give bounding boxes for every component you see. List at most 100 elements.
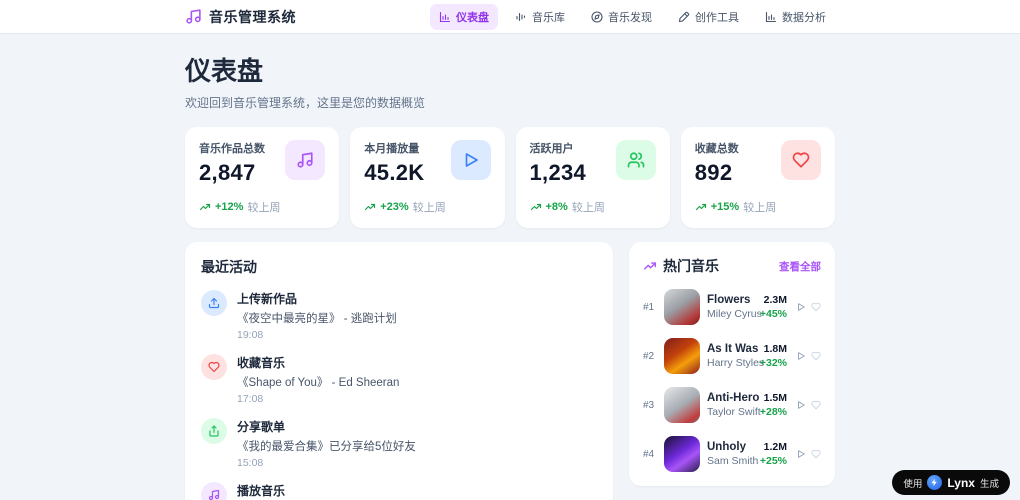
nav-item-create-tools[interactable]: 创作工具 (669, 4, 748, 30)
stat-period: 较上周 (743, 202, 777, 214)
bar-chart-icon (439, 11, 451, 23)
stat-card-total-tracks: 音乐作品总数 2,847 +12% 较上周 (185, 127, 340, 228)
music-note-icon (201, 482, 227, 500)
upload-icon (201, 290, 227, 316)
heart-icon (781, 140, 821, 180)
song-row: #2 As It Was Harry Styles 1.8M +32% (643, 338, 821, 374)
play-icon[interactable] (796, 449, 806, 459)
view-all-link[interactable]: 查看全部 (779, 259, 821, 274)
album-art (664, 338, 700, 374)
activity-desc: 《Shape of You》 - Ed Sheeran (237, 377, 400, 389)
list-item: 分享歌单 《我的最爱合集》已分享给5位好友 15:08 (201, 418, 597, 469)
main-nav: 仪表盘 音乐库 音乐发现 创作工具 数据分析 (430, 3, 835, 30)
badge-brand: Lynx (947, 475, 975, 490)
song-row: #4 Unholy Sam Smith 1.2M +25% (643, 436, 821, 472)
stat-card-monthly-plays: 本月播放量 45.2K +23% 较上周 (350, 127, 505, 228)
trending-up-icon (530, 201, 542, 213)
play-icon[interactable] (796, 351, 806, 361)
song-artist: Miley Cyrus (707, 308, 762, 320)
song-change: +45% (759, 308, 787, 320)
song-title: Unholy (707, 441, 746, 453)
badge-suffix: 生成 (979, 478, 999, 490)
list-item: 收藏音乐 《Shape of You》 - Ed Sheeran 17:08 (201, 354, 597, 405)
list-item: 播放音乐 《Bohemian Rhapsody》 - Queen 13:08 (201, 482, 597, 500)
activity-title: 播放音乐 (237, 484, 286, 498)
stat-label: 活跃用户 (529, 143, 574, 155)
nav-item-analytics[interactable]: 数据分析 (756, 4, 835, 30)
trending-up-icon (364, 201, 376, 213)
stat-change: +12% (215, 201, 244, 213)
song-row: #1 Flowers Miley Cyrus 2.3M +45% (643, 289, 821, 325)
activity-desc: 《我的最爱合集》已分享给5位好友 (237, 441, 416, 453)
album-art (664, 289, 700, 325)
stats-grid: 音乐作品总数 2,847 +12% 较上周 本月播放量 45.2K +23% 较… (185, 127, 835, 228)
pen-tool-icon (678, 11, 690, 23)
play-icon (450, 140, 491, 180)
activity-desc: 《夜空中最亮的星》 - 逃跑计划 (237, 313, 397, 325)
stat-label: 音乐作品总数 (199, 143, 265, 155)
song-change: +28% (759, 406, 787, 418)
share-icon (201, 418, 227, 444)
song-plays: 2.3M (763, 294, 787, 306)
recent-activity-panel: 最近活动 上传新作品 《夜空中最亮的星》 - 逃跑计划 19:08 收藏音乐 《… (185, 242, 613, 500)
activity-title: 上传新作品 (237, 292, 298, 306)
heart-icon[interactable] (811, 302, 821, 312)
page-subtitle: 欢迎回到音乐管理系统，这里是您的数据概览 (185, 96, 426, 110)
trending-up-icon (643, 259, 657, 273)
stat-period: 较上周 (571, 202, 605, 214)
play-icon[interactable] (796, 302, 806, 312)
heart-icon[interactable] (811, 400, 821, 410)
stat-change: +23% (380, 201, 409, 213)
song-artist: Sam Smith (707, 455, 759, 467)
activity-title: 分享歌单 (237, 420, 286, 434)
stat-value: 45.2K (364, 160, 425, 185)
nav-item-library[interactable]: 音乐库 (506, 4, 574, 30)
lynx-badge[interactable]: 使用 Lynx 生成 (892, 470, 1010, 495)
song-rank: #2 (643, 350, 655, 362)
stat-value: 2,847 (199, 160, 256, 185)
recent-activity-title: 最近活动 (201, 259, 257, 275)
stat-card-active-users: 活跃用户 1,234 +8% 较上周 (515, 127, 670, 228)
users-icon (615, 140, 656, 180)
stat-label: 收藏总数 (694, 143, 739, 155)
music-note-icon (285, 140, 326, 180)
stat-value: 892 (694, 160, 733, 185)
album-art (664, 436, 700, 472)
heart-icon[interactable] (811, 449, 821, 459)
stat-value: 1,234 (529, 160, 587, 185)
audio-lines-icon (515, 11, 527, 23)
activity-time: 19:08 (237, 329, 264, 341)
song-title: As It Was (707, 343, 759, 355)
album-art (664, 387, 700, 423)
stat-card-total-favorites: 收藏总数 892 +15% 较上周 (680, 127, 835, 228)
stat-period: 较上周 (247, 202, 281, 214)
bar-chart-icon (765, 11, 777, 23)
activity-time: 15:08 (237, 457, 264, 469)
brand-title: 音乐管理系统 (209, 8, 296, 25)
stat-change: +8% (545, 201, 568, 213)
hot-music-panel: 热门音乐 查看全部 #1 Flowers Miley Cyrus 2.3M +4… (629, 242, 835, 486)
hot-music-title: 热门音乐 (663, 258, 719, 274)
song-rank: #3 (643, 399, 655, 411)
song-change: +25% (759, 455, 787, 467)
heart-icon[interactable] (811, 351, 821, 361)
song-plays: 1.5M (763, 392, 787, 404)
lynx-logo-icon (927, 475, 943, 490)
song-row: #3 Anti-Hero Taylor Swift 1.5M +28% (643, 387, 821, 423)
music-note-logo-icon (185, 8, 202, 25)
song-plays: 1.2M (763, 441, 787, 453)
play-icon[interactable] (796, 400, 806, 410)
compass-icon (591, 10, 603, 23)
stat-change: +15% (710, 201, 740, 213)
song-change: +32% (759, 357, 787, 369)
brand: 音乐管理系统 (185, 7, 296, 27)
stat-label: 本月播放量 (364, 143, 420, 155)
nav-item-discover[interactable]: 音乐发现 (582, 4, 661, 30)
activity-time: 17:08 (237, 393, 264, 405)
nav-item-dashboard[interactable]: 仪表盘 (430, 3, 498, 30)
trending-up-icon (695, 201, 707, 213)
list-item: 上传新作品 《夜空中最亮的星》 - 逃跑计划 19:08 (201, 290, 597, 341)
song-rank: #1 (643, 301, 655, 313)
song-plays: 1.8M (763, 343, 787, 355)
trending-up-icon (199, 201, 211, 213)
